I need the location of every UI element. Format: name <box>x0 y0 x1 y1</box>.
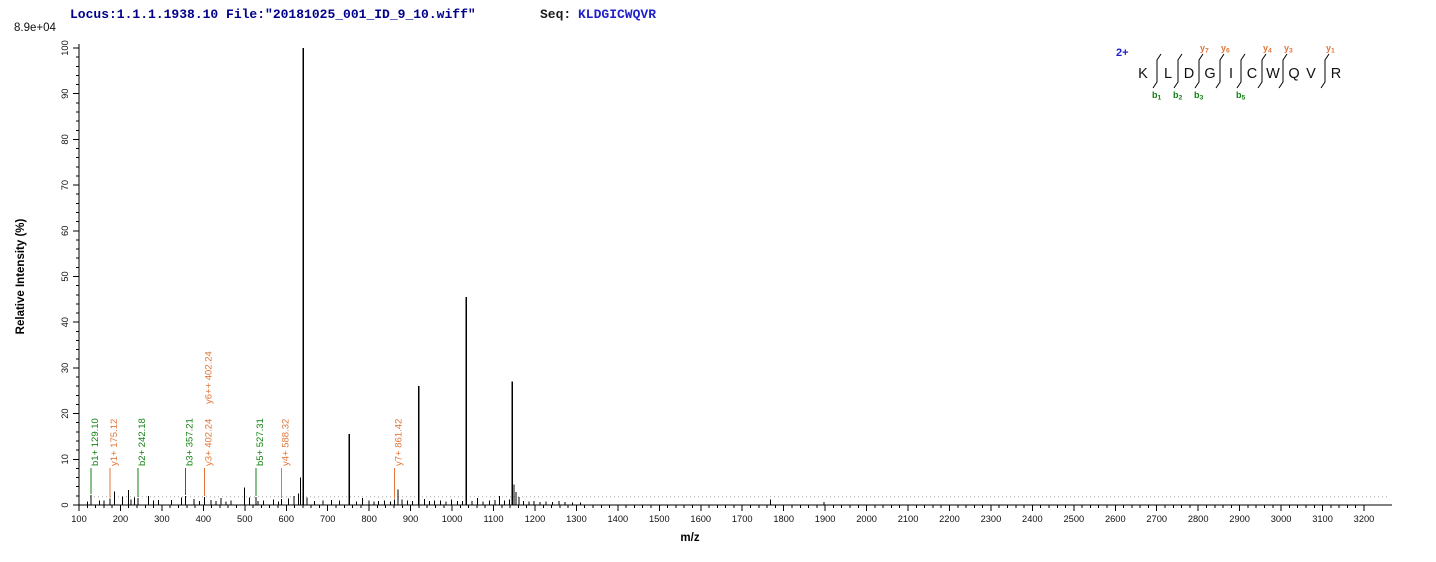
x-axis-tick-label: 1700 <box>732 514 753 524</box>
x-axis-tick-label: 1800 <box>773 514 794 524</box>
residue-letter: L <box>1164 66 1172 82</box>
x-axis-tick-label: 3200 <box>1354 514 1375 524</box>
y-axis-tick-label: 0 <box>60 502 70 507</box>
peak-annotation-stacked: y6++ 402.24 <box>203 351 214 404</box>
y-axis-tick-label: 20 <box>60 408 70 418</box>
x-axis-tick-label: 1100 <box>484 514 504 524</box>
b-ion-label: b1 <box>1152 90 1162 102</box>
x-axis-tick-label: 700 <box>320 514 336 524</box>
residue-letter: G <box>1204 66 1215 82</box>
x-axis-tick-label: 100 <box>71 514 87 524</box>
peak-annotation: b5+ 527.31 <box>255 418 266 466</box>
residue-letter: W <box>1266 66 1280 82</box>
x-axis-tick-label: 1000 <box>442 514 463 524</box>
peak-annotation: b3+ 357.21 <box>185 418 196 466</box>
fragment-divider <box>1194 53 1204 89</box>
peak-annotation: y4+ 588.32 <box>280 419 291 466</box>
x-axis-tick-label: 600 <box>279 514 295 524</box>
y-ion-label: y7 <box>1200 43 1209 55</box>
peak-annotation: b2+ 242.18 <box>137 418 148 466</box>
x-axis-tick-label: 200 <box>113 514 129 524</box>
x-axis-tick-label: 2600 <box>1105 514 1126 524</box>
x-axis-tick-label: 3100 <box>1312 514 1333 524</box>
fragment-divider <box>1257 53 1267 89</box>
x-axis-tick-label: 400 <box>196 514 212 524</box>
residue-letter: I <box>1229 66 1233 82</box>
x-axis-tick-label: 2400 <box>1022 514 1043 524</box>
fragment-divider <box>1215 53 1225 89</box>
y-axis-tick-label: 90 <box>60 89 70 99</box>
x-axis-tick-label: 2000 <box>856 514 877 524</box>
precursor-charge-label: 2+ <box>1116 47 1129 59</box>
x-axis-title: m/z <box>680 532 699 544</box>
y-axis-tick-label: 30 <box>60 363 70 373</box>
y-ion-label: y4 <box>1263 43 1272 55</box>
x-axis-tick-label: 1200 <box>525 514 546 524</box>
x-axis-tick-label: 2700 <box>1146 514 1167 524</box>
x-axis-tick-label: 1500 <box>649 514 670 524</box>
y-ion-label: y6 <box>1221 43 1230 55</box>
x-axis-tick-label: 500 <box>237 514 253 524</box>
x-axis-tick-label: 2300 <box>981 514 1002 524</box>
y-axis-tick-label: 50 <box>60 271 70 281</box>
b-ion-label: b2 <box>1173 90 1183 102</box>
y-axis-tick-label: 70 <box>60 180 70 190</box>
residue-letter: C <box>1247 66 1257 82</box>
residue-letter: R <box>1331 66 1341 82</box>
peptide-fragment-diagram[interactable]: 2+ Kb1Lb2Dy7 b3Gy6 Ib5Cy4 Wy3 Q Vy1 R <box>1116 40 1376 102</box>
y-axis-tick-label: 60 <box>60 226 70 236</box>
b-ion-label: b3 <box>1194 90 1204 102</box>
fragment-divider <box>1320 53 1330 89</box>
y-axis-title: Relative Intensity (%) <box>15 218 27 334</box>
x-axis-tick-label: 2200 <box>939 514 960 524</box>
spectrum-viewer: Locus:1.1.1.1938.10 File:"20181025_001_I… <box>0 0 1436 562</box>
x-axis-tick-label: 1300 <box>566 514 587 524</box>
peak-annotation: y1+ 175.12 <box>109 419 120 466</box>
x-axis-tick-label: 2500 <box>1063 514 1084 524</box>
x-axis-tick-label: 2800 <box>1188 514 1209 524</box>
x-axis-tick-label: 1600 <box>690 514 711 524</box>
y-axis-tick-label: 100 <box>60 40 70 56</box>
b-ion-label: b5 <box>1236 90 1246 102</box>
peak-annotation: b1+ 129.10 <box>90 418 101 466</box>
residue-letter: Q <box>1288 66 1299 82</box>
residue-letter: V <box>1306 66 1316 82</box>
x-axis-tick-label: 300 <box>154 514 170 524</box>
fragment-divider <box>1236 53 1246 89</box>
residue-letter: D <box>1184 66 1194 82</box>
x-axis-tick-label: 3000 <box>1271 514 1292 524</box>
fragment-divider <box>1278 53 1288 89</box>
x-axis-tick-label: 800 <box>361 514 377 524</box>
fragment-divider <box>1152 53 1162 89</box>
x-axis-tick-label: 1400 <box>608 514 629 524</box>
y-axis-tick-label: 40 <box>60 317 70 327</box>
y-ion-label: y3 <box>1284 43 1293 55</box>
fragment-divider <box>1173 53 1183 89</box>
peak-annotation: y3+ 402.24 <box>203 419 214 466</box>
x-axis-tick-label: 900 <box>403 514 419 524</box>
y-axis-tick-label: 80 <box>60 134 70 144</box>
y-axis-tick-label: 10 <box>60 454 70 464</box>
y-ion-label: y1 <box>1326 43 1335 55</box>
x-axis-tick-label: 2100 <box>898 514 919 524</box>
x-axis-tick-label: 1900 <box>815 514 836 524</box>
x-axis-tick-label: 2900 <box>1229 514 1250 524</box>
residue-letter: K <box>1138 66 1148 82</box>
peak-annotation: y7+ 861.42 <box>394 419 405 466</box>
